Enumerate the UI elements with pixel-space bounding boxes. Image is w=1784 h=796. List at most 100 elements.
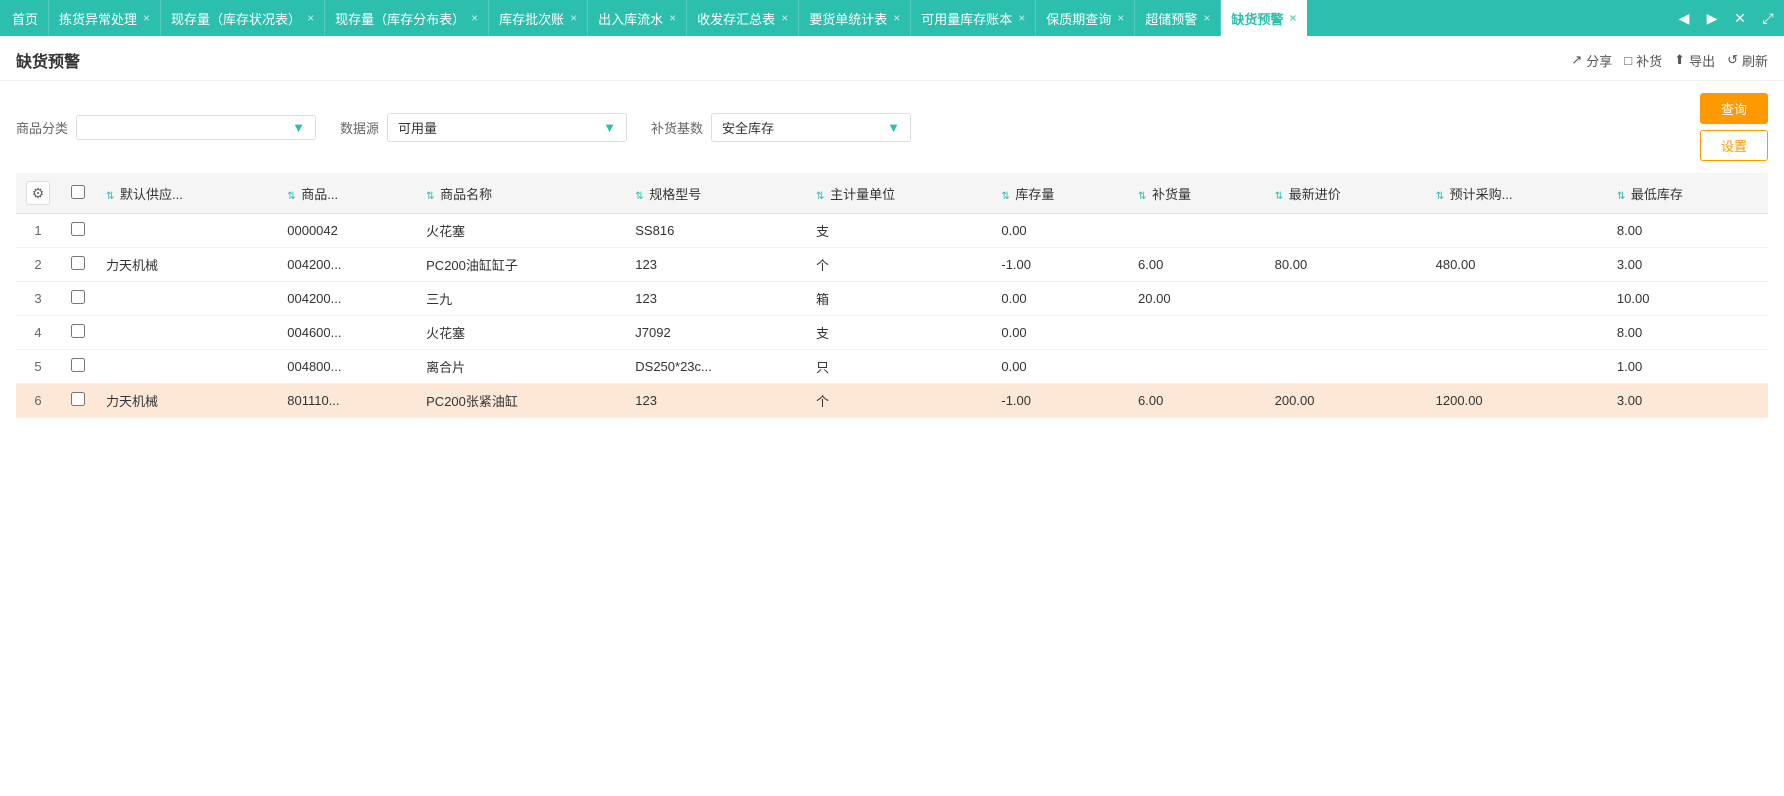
column-settings-icon[interactable]: ⚙	[26, 181, 50, 205]
tab-close-requisition-stats[interactable]: ×	[893, 11, 900, 25]
tab-prev-button[interactable]: ◀	[1670, 0, 1698, 36]
row-number: 1	[34, 223, 41, 238]
product-category-select[interactable]: ▼	[76, 115, 316, 140]
product-category-filter: 商品分类 ▼	[16, 115, 316, 140]
col-header-unit: ⇅ 主计量单位	[806, 173, 991, 214]
tab-collect-summary[interactable]: 收发存汇总表 ×	[687, 0, 799, 36]
replenish-base-label: 补货基数	[651, 118, 703, 137]
data-source-arrow-icon: ▼	[603, 120, 616, 135]
row-spec: J7092	[625, 316, 806, 350]
tab-close-inout-flow[interactable]: ×	[669, 11, 676, 25]
tab-stock-dist[interactable]: 现存量（库存分布表） ×	[325, 0, 489, 36]
data-source-select[interactable]: 可用量 ▼	[387, 113, 627, 142]
row-stock: 0.00	[991, 282, 1128, 316]
tab-home[interactable]: 首页	[2, 0, 49, 36]
row-product-code: 004800...	[277, 350, 416, 384]
tab-close-available-stock[interactable]: ×	[1018, 11, 1025, 25]
header-actions: ↗ 分享 □ 补货 ⬆ 导出 ↺ 刷新	[1571, 51, 1768, 70]
filter-bar: 商品分类 ▼ 数据源 可用量 ▼ 补货基数 安全库存 ▼ 查询 设置	[0, 81, 1784, 173]
tab-overstock-warning[interactable]: 超储预警 ×	[1135, 0, 1221, 36]
row-supplier: 力天机械	[96, 248, 277, 282]
tab-stock-status[interactable]: 现存量（库存状况表） ×	[161, 0, 325, 36]
row-checkbox[interactable]	[71, 392, 85, 406]
col-header-replenish: ⇅ 补货量	[1128, 173, 1265, 214]
table-row: 5 004800... 离合片 DS250*23c... 只 0.00 1.00	[16, 350, 1768, 384]
table-header-row: ⚙ ⇅ 默认供应... ⇅ 商品... ⇅ 商品名称	[16, 173, 1768, 214]
row-latest-price	[1265, 214, 1426, 248]
table-container: ⚙ ⇅ 默认供应... ⇅ 商品... ⇅ 商品名称	[0, 173, 1784, 418]
table-row: 3 004200... 三九 123 箱 0.00 20.00 10.00	[16, 282, 1768, 316]
tab-close-collect-summary[interactable]: ×	[781, 11, 788, 25]
row-product-name: PC200张紧油缸	[416, 384, 625, 418]
col-header-latest-price: ⇅ 最新进价	[1265, 173, 1426, 214]
supplier-sort-icon: ⇅	[106, 191, 114, 202]
row-stock: 0.00	[991, 350, 1128, 384]
row-checkbox[interactable]	[71, 358, 85, 372]
row-gear-cell: 5	[16, 350, 60, 384]
tab-batch-account[interactable]: 库存批次账 ×	[489, 0, 588, 36]
settings-button[interactable]: 设置	[1700, 130, 1768, 161]
row-min-stock: 8.00	[1607, 316, 1768, 350]
tab-picking-exception[interactable]: 拣货异常处理 ×	[49, 0, 161, 36]
tab-close-all-button[interactable]: ✕	[1726, 0, 1754, 36]
row-product-code: 004600...	[277, 316, 416, 350]
query-button[interactable]: 查询	[1700, 93, 1768, 124]
row-checkbox[interactable]	[71, 290, 85, 304]
row-stock: -1.00	[991, 248, 1128, 282]
tab-available-stock[interactable]: 可用量库存账本 ×	[911, 0, 1036, 36]
latest-price-sort-icon: ⇅	[1275, 191, 1283, 202]
row-product-name: 三九	[416, 282, 625, 316]
tab-requisition-stats[interactable]: 要货单统计表 ×	[799, 0, 911, 36]
row-check-cell	[60, 248, 96, 282]
row-est-purchase: 1200.00	[1426, 384, 1607, 418]
tab-inout-flow[interactable]: 出入库流水 ×	[588, 0, 687, 36]
replenish-base-arrow-icon: ▼	[887, 120, 900, 135]
refresh-button[interactable]: ↺ 刷新	[1727, 51, 1768, 70]
row-product-code: 801110...	[277, 384, 416, 418]
tab-next-button[interactable]: ▶	[1698, 0, 1726, 36]
row-latest-price	[1265, 350, 1426, 384]
row-product-name: 离合片	[416, 350, 625, 384]
col-header-product-code: ⇅ 商品...	[277, 173, 416, 214]
row-supplier: 力天机械	[96, 384, 277, 418]
row-est-purchase	[1426, 282, 1607, 316]
tab-close-stock-dist[interactable]: ×	[471, 11, 478, 25]
tab-fullscreen-button[interactable]: ⤢	[1754, 0, 1782, 36]
table-row: 1 0000042 火花塞 SS816 支 0.00 8.00	[16, 214, 1768, 248]
row-number: 5	[34, 359, 41, 374]
row-checkbox[interactable]	[71, 324, 85, 338]
stock-sort-icon: ⇅	[1001, 191, 1009, 202]
row-checkbox[interactable]	[71, 222, 85, 236]
row-spec: 123	[625, 384, 806, 418]
replenish-base-select[interactable]: 安全库存 ▼	[711, 113, 911, 142]
row-spec: DS250*23c...	[625, 350, 806, 384]
tab-shortage-warning[interactable]: 缺货预警 ×	[1221, 0, 1307, 36]
row-product-code: 004200...	[277, 282, 416, 316]
replenish-base-filter: 补货基数 安全库存 ▼	[651, 113, 911, 142]
col-header-spec: ⇅ 规格型号	[625, 173, 806, 214]
col-header-supplier: ⇅ 默认供应...	[96, 173, 277, 214]
tab-close-picking-exception[interactable]: ×	[143, 11, 150, 25]
row-number: 2	[34, 257, 41, 272]
row-gear-cell: 3	[16, 282, 60, 316]
row-checkbox[interactable]	[71, 256, 85, 270]
row-product-code: 0000042	[277, 214, 416, 248]
replenish-button[interactable]: □ 补货	[1624, 51, 1662, 70]
row-min-stock: 3.00	[1607, 384, 1768, 418]
tab-close-overstock-warning[interactable]: ×	[1203, 11, 1210, 25]
export-button[interactable]: ⬆ 导出	[1674, 51, 1715, 70]
row-est-purchase: 480.00	[1426, 248, 1607, 282]
tab-close-expiry-query[interactable]: ×	[1117, 11, 1124, 25]
spec-sort-icon: ⇅	[635, 191, 643, 202]
tab-expiry-query[interactable]: 保质期查询 ×	[1036, 0, 1135, 36]
share-button[interactable]: ↗ 分享	[1571, 51, 1612, 70]
select-all-checkbox[interactable]	[71, 185, 85, 199]
tab-close-stock-status[interactable]: ×	[307, 11, 314, 25]
row-product-code: 004200...	[277, 248, 416, 282]
row-est-purchase	[1426, 214, 1607, 248]
row-unit: 个	[806, 248, 991, 282]
row-supplier	[96, 282, 277, 316]
tab-close-batch-account[interactable]: ×	[570, 11, 577, 25]
row-replenish	[1128, 350, 1265, 384]
tab-close-shortage-warning[interactable]: ×	[1289, 11, 1296, 25]
